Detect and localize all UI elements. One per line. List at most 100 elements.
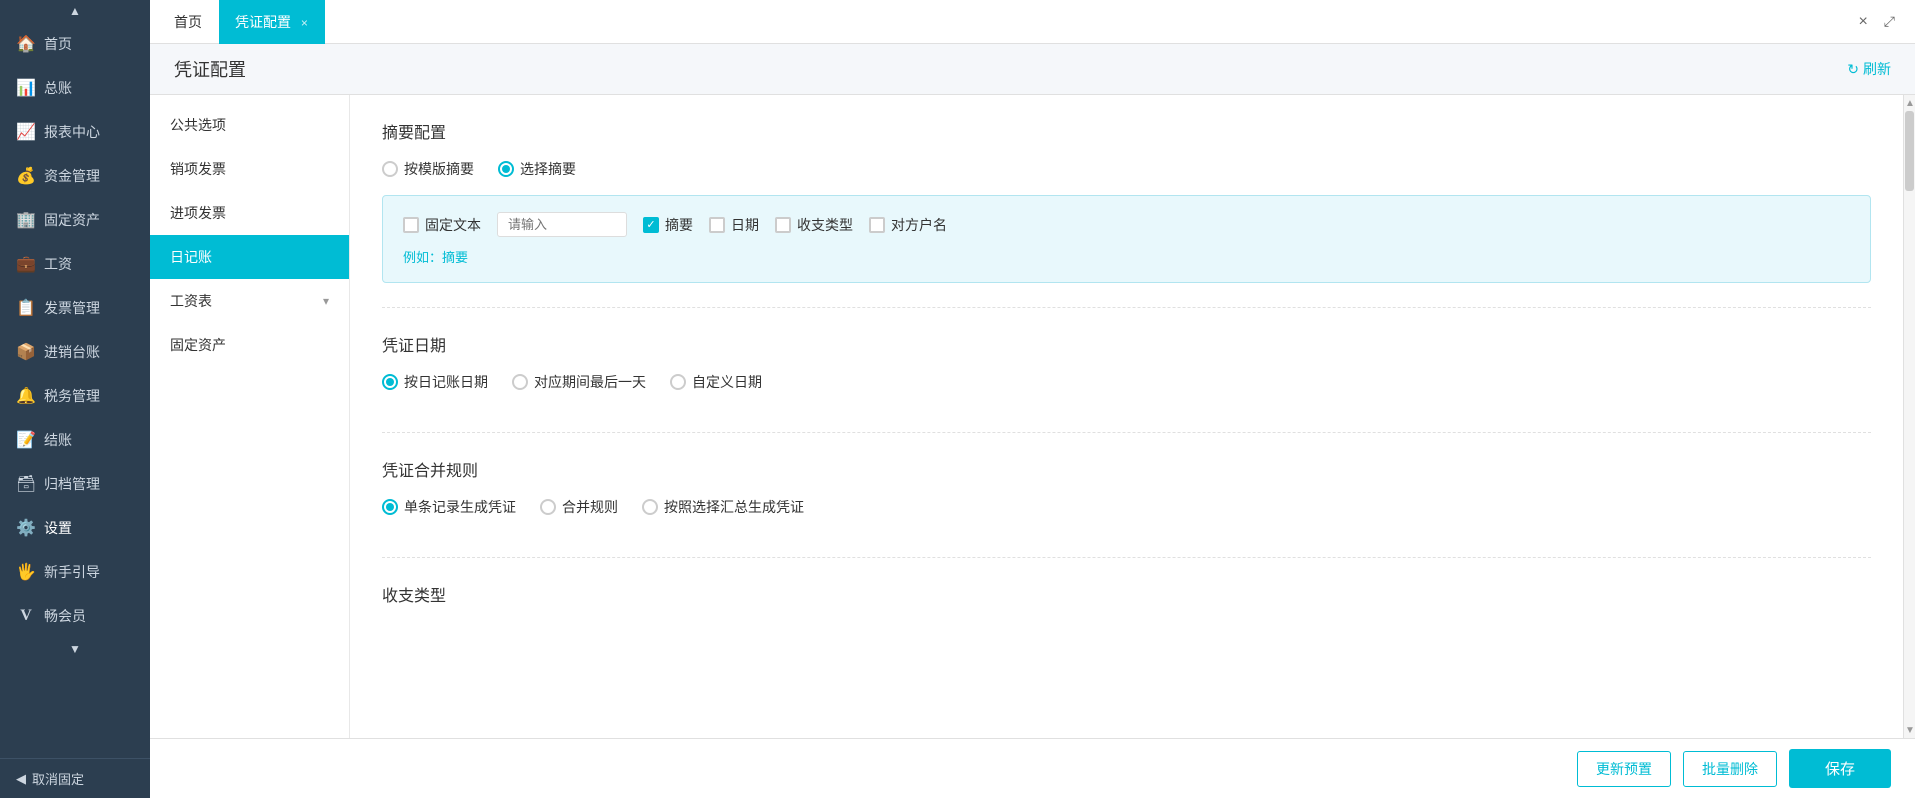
pin-icon: ◀ (16, 771, 26, 787)
sidebar-item-assets-label: 固定资产 (44, 210, 100, 230)
sidebar-item-payroll-label: 工资 (44, 254, 72, 274)
bottom-bar: 更新预置 批量删除 保存 (150, 738, 1915, 798)
radio-by-selection-label: 按照选择汇总生成凭证 (664, 497, 804, 517)
tab-voucher-config[interactable]: 凭证配置 × (219, 0, 325, 44)
sidebar-item-sales[interactable]: 📦 进销台账 (0, 330, 150, 374)
left-nav-item-sales-invoice[interactable]: 销项发票 (150, 147, 349, 191)
radio-custom-date-label: 自定义日期 (692, 372, 762, 392)
assets-icon: 🏢 (16, 210, 36, 230)
radio-merge[interactable]: 合并规则 (540, 497, 618, 517)
checkbox-date-box (709, 217, 725, 233)
scrollbar-up-arrow[interactable]: ▲ (1904, 95, 1915, 111)
summary-radio-group: 按模版摘要 选择摘要 (382, 159, 1871, 179)
sidebar-item-tax-label: 税务管理 (44, 386, 100, 406)
content-layout: 公共选项 销项发票 进项发票 日记账 工资表 ▾ 固定资产 摘要配置 (150, 95, 1915, 738)
settings-icon: ⚙️ (16, 518, 36, 538)
sidebar-unpin-button[interactable]: ◀ 取消固定 (0, 758, 150, 798)
section-voucher-date: 凭证日期 按日记账日期 对应期间最后一天 自定义日期 (382, 332, 1871, 433)
checkbox-counterpart-label: 对方户名 (891, 215, 947, 235)
sidebar-item-sales-label: 进销台账 (44, 342, 100, 362)
sidebar-item-reports[interactable]: 📈 报表中心 (0, 110, 150, 154)
sidebar-item-settings-label: 设置 (44, 518, 72, 538)
sidebar-item-vip[interactable]: V 畅会员 (0, 594, 150, 638)
sidebar-item-payroll[interactable]: 💼 工资 (0, 242, 150, 286)
sidebar-item-invoices[interactable]: 📋 发票管理 (0, 286, 150, 330)
radio-select-summary[interactable]: 选择摘要 (498, 159, 576, 179)
radio-single[interactable]: 单条记录生成凭证 (382, 497, 516, 517)
left-nav-item-payroll-table[interactable]: 工资表 ▾ (150, 279, 349, 323)
radio-template-circle (382, 161, 398, 177)
sidebar-item-settings[interactable]: ⚙️ 设置 (0, 506, 150, 550)
sidebar-item-funds-label: 资金管理 (44, 166, 100, 186)
scrollbar-thumb[interactable] (1905, 111, 1914, 191)
fixed-text-input[interactable] (497, 212, 627, 237)
section-income-type: 收支类型 (382, 582, 1871, 646)
sidebar-item-ledger[interactable]: 📊 总账 (0, 66, 150, 110)
sidebar-item-reports-label: 报表中心 (44, 122, 100, 142)
left-nav: 公共选项 销项发票 进项发票 日记账 工资表 ▾ 固定资产 (150, 95, 350, 738)
left-nav-item-purchase-invoice[interactable]: 进项发票 (150, 191, 349, 235)
batch-delete-button[interactable]: 批量删除 (1683, 751, 1777, 787)
radio-custom-date[interactable]: 自定义日期 (670, 372, 762, 392)
checkbox-date-label: 日期 (731, 215, 759, 235)
save-button[interactable]: 保存 (1789, 749, 1891, 788)
section-merge-rules-title: 凭证合并规则 (382, 457, 1871, 481)
radio-last-day[interactable]: 对应期间最后一天 (512, 372, 646, 392)
scrollbar-down-arrow[interactable]: ▼ (1904, 722, 1915, 738)
tabbar: 首页 凭证配置 × × ⤢ (150, 0, 1915, 44)
tab-close-icon[interactable]: × (301, 16, 308, 30)
sidebar-item-home[interactable]: 🏠 首页 (0, 22, 150, 66)
window-expand-button[interactable]: ⤢ (1880, 9, 1899, 34)
tab-home-label: 首页 (174, 14, 202, 30)
sidebar-item-funds[interactable]: 💰 资金管理 (0, 154, 150, 198)
radio-by-journal-date[interactable]: 按日记账日期 (382, 372, 488, 392)
payroll-icon: 💼 (16, 254, 36, 274)
checkbox-summary-box: ✓ (643, 217, 659, 233)
checkbox-summary-label: 摘要 (665, 215, 693, 235)
home-icon: 🏠 (16, 34, 36, 54)
sidebar-item-invoices-label: 发票管理 (44, 298, 100, 318)
refresh-icon: ↻ (1847, 61, 1859, 78)
sidebar-item-assets[interactable]: 🏢 固定资产 (0, 198, 150, 242)
checkbox-row: 固定文本 ✓ 摘要 日期 收支类型 (403, 212, 1850, 237)
checkbox-income-type[interactable]: 收支类型 (775, 215, 853, 235)
checkbox-fixed-text[interactable]: 固定文本 (403, 215, 481, 235)
left-nav-item-journal[interactable]: 日记账 (150, 235, 349, 279)
checkbox-summary[interactable]: ✓ 摘要 (643, 215, 693, 235)
reports-icon: 📈 (16, 122, 36, 142)
left-nav-item-fixed-assets[interactable]: 固定资产 (150, 323, 349, 367)
left-nav-journal-label: 日记账 (170, 247, 212, 267)
radio-single-label: 单条记录生成凭证 (404, 497, 516, 517)
sidebar-item-tax[interactable]: 🔔 税务管理 (0, 374, 150, 418)
checkbox-income-type-box (775, 217, 791, 233)
tax-icon: 🔔 (16, 386, 36, 406)
funds-icon: 💰 (16, 166, 36, 186)
tab-home[interactable]: 首页 (158, 0, 219, 44)
refresh-button[interactable]: ↻ 刷新 (1847, 59, 1891, 79)
sidebar-item-home-label: 首页 (44, 34, 72, 54)
window-close-button[interactable]: × (1854, 9, 1871, 35)
radio-by-selection-circle (642, 499, 658, 515)
update-preview-button[interactable]: 更新预置 (1577, 751, 1671, 787)
radio-by-journal-date-label: 按日记账日期 (404, 372, 488, 392)
sidebar-scroll-down[interactable]: ▼ (0, 638, 150, 660)
checkbox-date[interactable]: 日期 (709, 215, 759, 235)
radio-custom-date-circle (670, 374, 686, 390)
tab-actions: × ⤢ (1854, 9, 1907, 35)
sidebar-scroll-up[interactable]: ▲ (0, 0, 150, 22)
main-area: 首页 凭证配置 × × ⤢ 凭证配置 ↻ 刷新 公共选项 销项发票 进项 (150, 0, 1915, 798)
scrollbar-track (1904, 111, 1915, 722)
sidebar-item-settle[interactable]: 📝 结账 (0, 418, 150, 462)
sidebar-item-settle-label: 结账 (44, 430, 72, 450)
sidebar-item-guide[interactable]: 🖐 新手引导 (0, 550, 150, 594)
chevron-down-icon: ▾ (323, 294, 329, 308)
sales-icon: 📦 (16, 342, 36, 362)
left-nav-item-public[interactable]: 公共选项 (150, 103, 349, 147)
example-text: 例如：摘要 (403, 247, 1850, 266)
radio-by-selection[interactable]: 按照选择汇总生成凭证 (642, 497, 804, 517)
sidebar-item-archive[interactable]: 🗃 归档管理 (0, 462, 150, 506)
checkbox-counterpart[interactable]: 对方户名 (869, 215, 947, 235)
left-nav-purchase-invoice-label: 进项发票 (170, 203, 226, 223)
checkbox-income-type-label: 收支类型 (797, 215, 853, 235)
radio-template-summary[interactable]: 按模版摘要 (382, 159, 474, 179)
